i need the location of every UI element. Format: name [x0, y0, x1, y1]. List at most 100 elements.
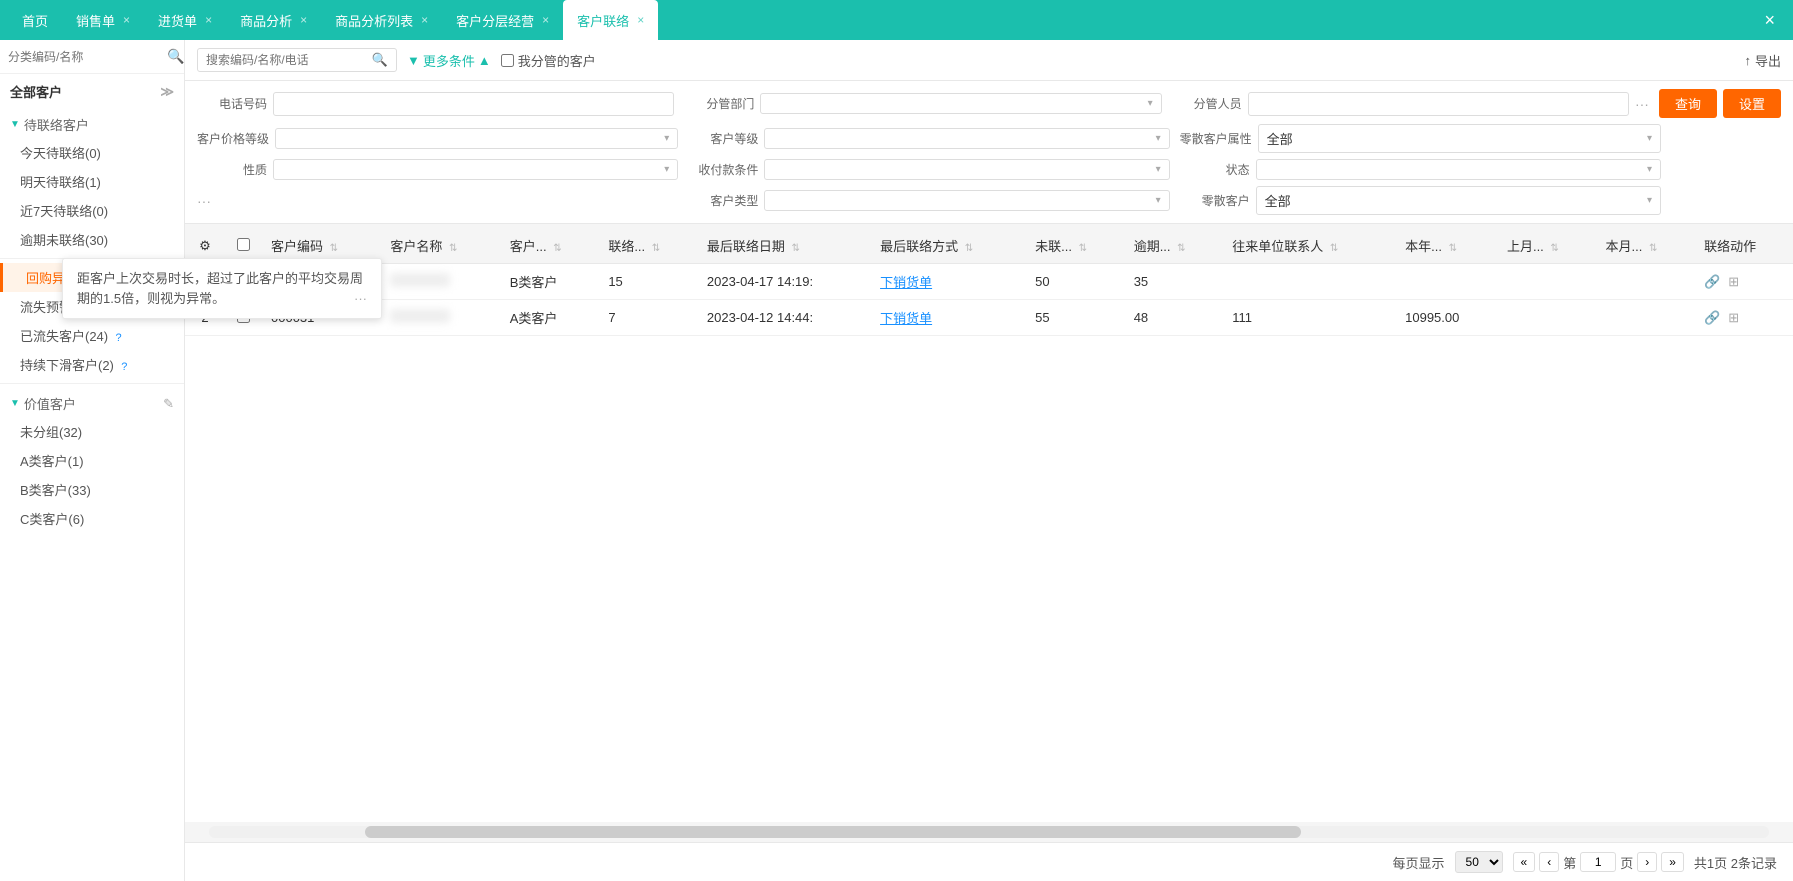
- last-month: [1497, 264, 1596, 300]
- close-icon[interactable]: ×: [637, 13, 644, 27]
- dots-icon[interactable]: ···: [1635, 96, 1649, 112]
- last-contact-method[interactable]: 下销货单: [870, 264, 1025, 300]
- current-year: [1395, 264, 1497, 300]
- dots-icon[interactable]: ···: [197, 193, 211, 209]
- last-contact-method[interactable]: 下销货单: [870, 300, 1025, 336]
- row-actions: 🔗 ⊞: [1694, 264, 1793, 300]
- unlinkable: 55: [1025, 300, 1124, 336]
- sidebar-item-today[interactable]: 今天待联络(0): [0, 138, 184, 167]
- select-all-checkbox[interactable]: [237, 238, 250, 251]
- price-level-select[interactable]: ▾: [275, 128, 678, 149]
- dept-select[interactable]: ▾: [760, 93, 1161, 114]
- col-last-contact-method: 最后联络方式 ⇅: [870, 228, 1025, 264]
- col-name: 客户名称 ⇅: [380, 228, 499, 264]
- sidebar-item-class-c[interactable]: C类客户(6): [0, 504, 184, 533]
- sidebar-item-tomorrow[interactable]: 明天待联络(1): [0, 167, 184, 196]
- table-row: 1 000039 B类客户 15 2023-04-17 14:19: 下销货单 …: [185, 264, 1793, 300]
- link-icon[interactable]: 🔗: [1704, 310, 1720, 326]
- nav-sales[interactable]: 销售单 ×: [62, 0, 144, 40]
- phone-input[interactable]: [273, 92, 674, 116]
- nav-purchase[interactable]: 进货单 ×: [144, 0, 226, 40]
- customer-name: [380, 264, 499, 300]
- all-customers-header: 全部客户 ≫: [0, 74, 184, 109]
- sort-icon: ⇅: [1649, 243, 1657, 254]
- sort-icon: ⇅: [330, 243, 338, 254]
- first-page-button[interactable]: «: [1513, 852, 1536, 872]
- sidebar-item-class-a[interactable]: A类客户(1): [0, 446, 184, 475]
- grid-icon[interactable]: ⊞: [1728, 310, 1739, 326]
- last-month: [1497, 300, 1596, 336]
- caret-icon: ▾: [1156, 195, 1161, 206]
- caret-icon: ▾: [664, 133, 669, 144]
- caret-icon: ▾: [1647, 164, 1652, 175]
- search-icon: 🔍: [372, 52, 388, 68]
- customers-table: ⚙ 客户编码 ⇅ 客户名称 ⇅ 客户...: [185, 228, 1793, 336]
- sort-icon: ⇅: [652, 243, 660, 254]
- payment-select[interactable]: ▾: [764, 159, 1169, 180]
- nav-product-analysis[interactable]: 商品分析 ×: [226, 0, 321, 40]
- customer-level-select[interactable]: ▾: [764, 128, 1169, 149]
- h-scrollbar[interactable]: [209, 826, 1769, 838]
- close-icon[interactable]: ×: [542, 13, 549, 27]
- retail-attr-select[interactable]: 全部 ▾: [1258, 124, 1661, 153]
- link-icon[interactable]: 🔗: [1704, 274, 1720, 290]
- sidebar-item-already-lost[interactable]: 已流失客户(24) ?: [0, 321, 184, 350]
- caret-icon: ▾: [1156, 133, 1161, 144]
- triangle-icon: ▼: [10, 398, 20, 409]
- nav-customer-contact[interactable]: 客户联络 ×: [563, 0, 658, 40]
- sidebar-search-input[interactable]: [8, 50, 163, 64]
- close-icon[interactable]: ×: [421, 13, 428, 27]
- unlinkable: 50: [1025, 264, 1124, 300]
- query-button[interactable]: 查询: [1659, 89, 1717, 118]
- sort-icon: ⇅: [1330, 243, 1338, 254]
- nav-customer-segment[interactable]: 客户分层经营 ×: [442, 0, 563, 40]
- customer-type-select[interactable]: ▾: [764, 190, 1169, 211]
- nav-home[interactable]: 首页: [8, 0, 62, 40]
- table-row: 2 000031 A类客户 7 2023-04-12 14:44: 下销货单 5…: [185, 300, 1793, 336]
- edit-icon[interactable]: ✎: [163, 396, 174, 412]
- sidebar-item-class-b[interactable]: B类客户(33): [0, 475, 184, 504]
- retail-customer-select[interactable]: 全部 ▾: [1256, 186, 1661, 215]
- close-icon[interactable]: ×: [205, 13, 212, 27]
- nav-product-analysis-list[interactable]: 商品分析列表 ×: [321, 0, 442, 40]
- close-icon[interactable]: ×: [300, 13, 307, 27]
- customer-name: [380, 300, 499, 336]
- h-scrollbar-thumb[interactable]: [365, 826, 1301, 838]
- collapse-icon[interactable]: ≫: [160, 84, 174, 100]
- search-icon: 🔍: [167, 48, 184, 65]
- next-page-button[interactable]: ›: [1637, 852, 1657, 872]
- last-page-button[interactable]: »: [1661, 852, 1684, 872]
- sort-icon: ⇅: [1449, 243, 1457, 254]
- page-number-input[interactable]: [1580, 852, 1616, 872]
- col-last-contact-date: 最后联络日期 ⇅: [697, 228, 870, 264]
- search-box[interactable]: 🔍: [197, 48, 397, 72]
- sidebar-item-7days[interactable]: 近7天待联络(0): [0, 196, 184, 225]
- sidebar-item-overdue[interactable]: 逾期未联络(30): [0, 225, 184, 254]
- info-icon: ?: [121, 361, 127, 373]
- close-icon[interactable]: ×: [123, 13, 130, 27]
- nature-select[interactable]: ▾: [273, 159, 678, 180]
- sidebar-search-box[interactable]: 🔍: [0, 40, 184, 74]
- status-select[interactable]: ▾: [1256, 159, 1661, 180]
- person-input[interactable]: [1248, 92, 1629, 116]
- settings-button[interactable]: 设置: [1723, 89, 1781, 118]
- row-actions: 🔗 ⊞: [1694, 300, 1793, 336]
- my-customers-checkbox-container[interactable]: 我分管的客户: [501, 51, 596, 70]
- sidebar-item-ungroup[interactable]: 未分组(32): [0, 417, 184, 446]
- filter-field-payment: 收付款条件 ▾: [688, 159, 1169, 180]
- col-contact-count: 联络... ⇅: [598, 228, 697, 264]
- search-input[interactable]: [206, 53, 366, 67]
- contact-person: 111: [1222, 300, 1395, 336]
- sidebar-item-declining[interactable]: 持续下滑客户(2) ?: [0, 350, 184, 379]
- my-customers-checkbox[interactable]: [501, 54, 514, 67]
- grid-icon[interactable]: ⊞: [1728, 274, 1739, 290]
- filter-field-person: 分管人员 ···: [1172, 92, 1649, 116]
- prev-page-button[interactable]: ‹: [1539, 852, 1559, 872]
- filter-field-price-level: 客户价格等级 ▾: [197, 128, 678, 149]
- caret-icon: ▾: [1148, 98, 1153, 109]
- window-close-button[interactable]: ×: [1754, 10, 1785, 31]
- per-page-select[interactable]: 50: [1455, 851, 1503, 873]
- tooltip-dots: ···: [354, 289, 367, 309]
- export-button[interactable]: ↑ 导出: [1744, 51, 1781, 70]
- more-conditions-button[interactable]: ▼ 更多条件 ▲: [407, 51, 491, 70]
